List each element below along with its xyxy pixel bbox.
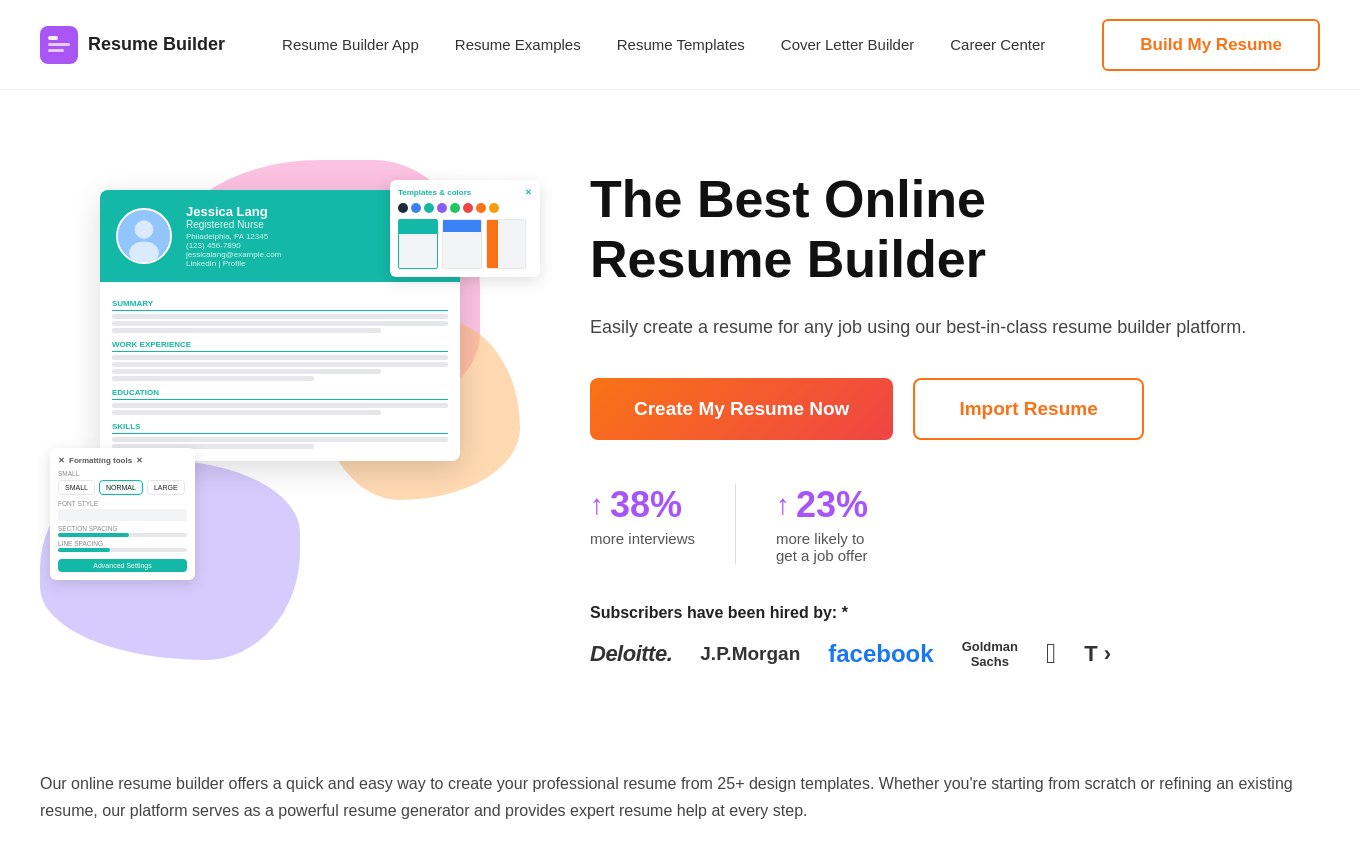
nav-item-templates[interactable]: Resume Templates [617,36,745,54]
font-style-select[interactable] [58,509,187,521]
resume-avatar [116,208,172,264]
apple-logo:  [1046,638,1056,670]
nav-links: Resume Builder App Resume Examples Resum… [282,36,1045,54]
import-resume-button[interactable]: Import Resume [913,378,1143,440]
hero-section: Jessica Lang Registered Nurse Philadelph… [0,90,1360,750]
font-size-small[interactable]: SMALL [58,480,95,495]
resume-name-block: Jessica Lang Registered Nurse Philadelph… [186,204,281,268]
resume-section-experience: Work Experience [112,339,448,352]
stat-job-offer: ↑ 23% more likely toget a job offer [735,484,908,564]
svg-rect-1 [48,36,58,40]
bottom-section: Our online resume builder offers a quick… [0,750,1360,859]
deloitte-logo: Deloitte. [590,641,672,667]
hero-content: The Best Online Resume Builder Easily cr… [530,170,1320,670]
template-thumb-3[interactable] [486,219,526,269]
resume-section-skills: Skills [112,421,448,434]
template-thumb-2[interactable] [442,219,482,269]
resume-body: Summary Work Experience Education Skills [100,282,460,461]
resume-person-name: Jessica Lang [186,204,281,219]
svg-rect-3 [48,49,64,52]
hired-section: Subscribers have been hired by: * Deloit… [590,604,1320,670]
goldman-sachs-logo: GoldmanSachs [962,639,1018,670]
section-spacing-row: SECTION SPACING [58,525,187,537]
nav-link-examples[interactable]: Resume Examples [455,36,581,53]
logo[interactable]: Resume Builder [40,26,225,64]
bottom-description: Our online resume builder offers a quick… [40,770,1300,824]
nav-link-templates[interactable]: Resume Templates [617,36,745,53]
hired-title: Subscribers have been hired by: * [590,604,1320,622]
font-style-label: FONT STYLE [58,500,187,507]
advanced-settings-button[interactable]: Advanced Settings [58,559,187,572]
resume-section-education: Education [112,387,448,400]
color-swatches [398,203,532,213]
build-my-resume-button[interactable]: Build My Resume [1102,19,1320,71]
nav-item-builder[interactable]: Resume Builder App [282,36,419,54]
font-size-normal[interactable]: NORMAL [99,480,143,495]
hero-illustration: Jessica Lang Registered Nurse Philadelph… [40,140,530,700]
hero-title: The Best Online Resume Builder [590,170,1320,290]
templates-panel: Templates & colors ✕ [390,180,540,277]
stat-job-offer-label: more likely toget a job offer [776,530,868,564]
formatting-panel-title: ✕ Formatting tools ✕ [58,456,187,465]
hero-subtitle: Easily create a resume for any job using… [590,313,1270,342]
template-thumb-1[interactable] [398,219,438,269]
hired-logos: Deloitte. J.P.Morgan facebook GoldmanSac… [590,638,1320,670]
template-thumbnails [398,219,532,269]
nav-item-cover[interactable]: Cover Letter Builder [781,36,914,54]
stat-interviews: ↑ 38% more interviews [590,484,735,547]
stat-interviews-label: more interviews [590,530,695,547]
stat-interviews-number: ↑ 38% [590,484,695,526]
font-size-buttons: SMALL NORMAL LARGE [58,480,187,495]
logo-text: Resume Builder [88,34,225,55]
svg-rect-2 [48,43,70,46]
jpmorgan-logo: J.P.Morgan [700,643,800,665]
facebook-logo: facebook [828,640,933,668]
stat-arrow-up-2: ↑ [776,489,790,521]
nav-link-builder[interactable]: Resume Builder App [282,36,419,53]
nav-item-career[interactable]: Career Center [950,36,1045,54]
stats-row: ↑ 38% more interviews ↑ 23% more likely … [590,484,1320,564]
resume-person-title: Registered Nurse [186,219,281,230]
templates-panel-title: Templates & colors ✕ [398,188,532,197]
stat-job-offer-number: ↑ 23% [776,484,868,526]
formatting-panel: ✕ Formatting tools ✕ SMALL SMALL NORMAL … [50,448,195,580]
resume-section-summary: Summary [112,298,448,311]
line-spacing-row: LINE SPACING [58,540,187,552]
font-size-label: SMALL [58,470,187,477]
stat-arrow-up-1: ↑ [590,489,604,521]
svg-point-5 [135,220,154,239]
logo-icon [40,26,78,64]
nav-item-examples[interactable]: Resume Examples [455,36,581,54]
navbar: Resume Builder Resume Builder App Resume… [0,0,1360,90]
create-resume-button[interactable]: Create My Resume Now [590,378,893,440]
t-logo: T › [1084,641,1111,667]
font-size-large[interactable]: LARGE [147,480,185,495]
resume-contact-info: Philadelphia, PA 12345 (123) 456-7890 je… [186,232,281,268]
nav-link-cover[interactable]: Cover Letter Builder [781,36,914,53]
nav-link-career[interactable]: Career Center [950,36,1045,53]
cta-row: Create My Resume Now Import Resume [590,378,1320,440]
